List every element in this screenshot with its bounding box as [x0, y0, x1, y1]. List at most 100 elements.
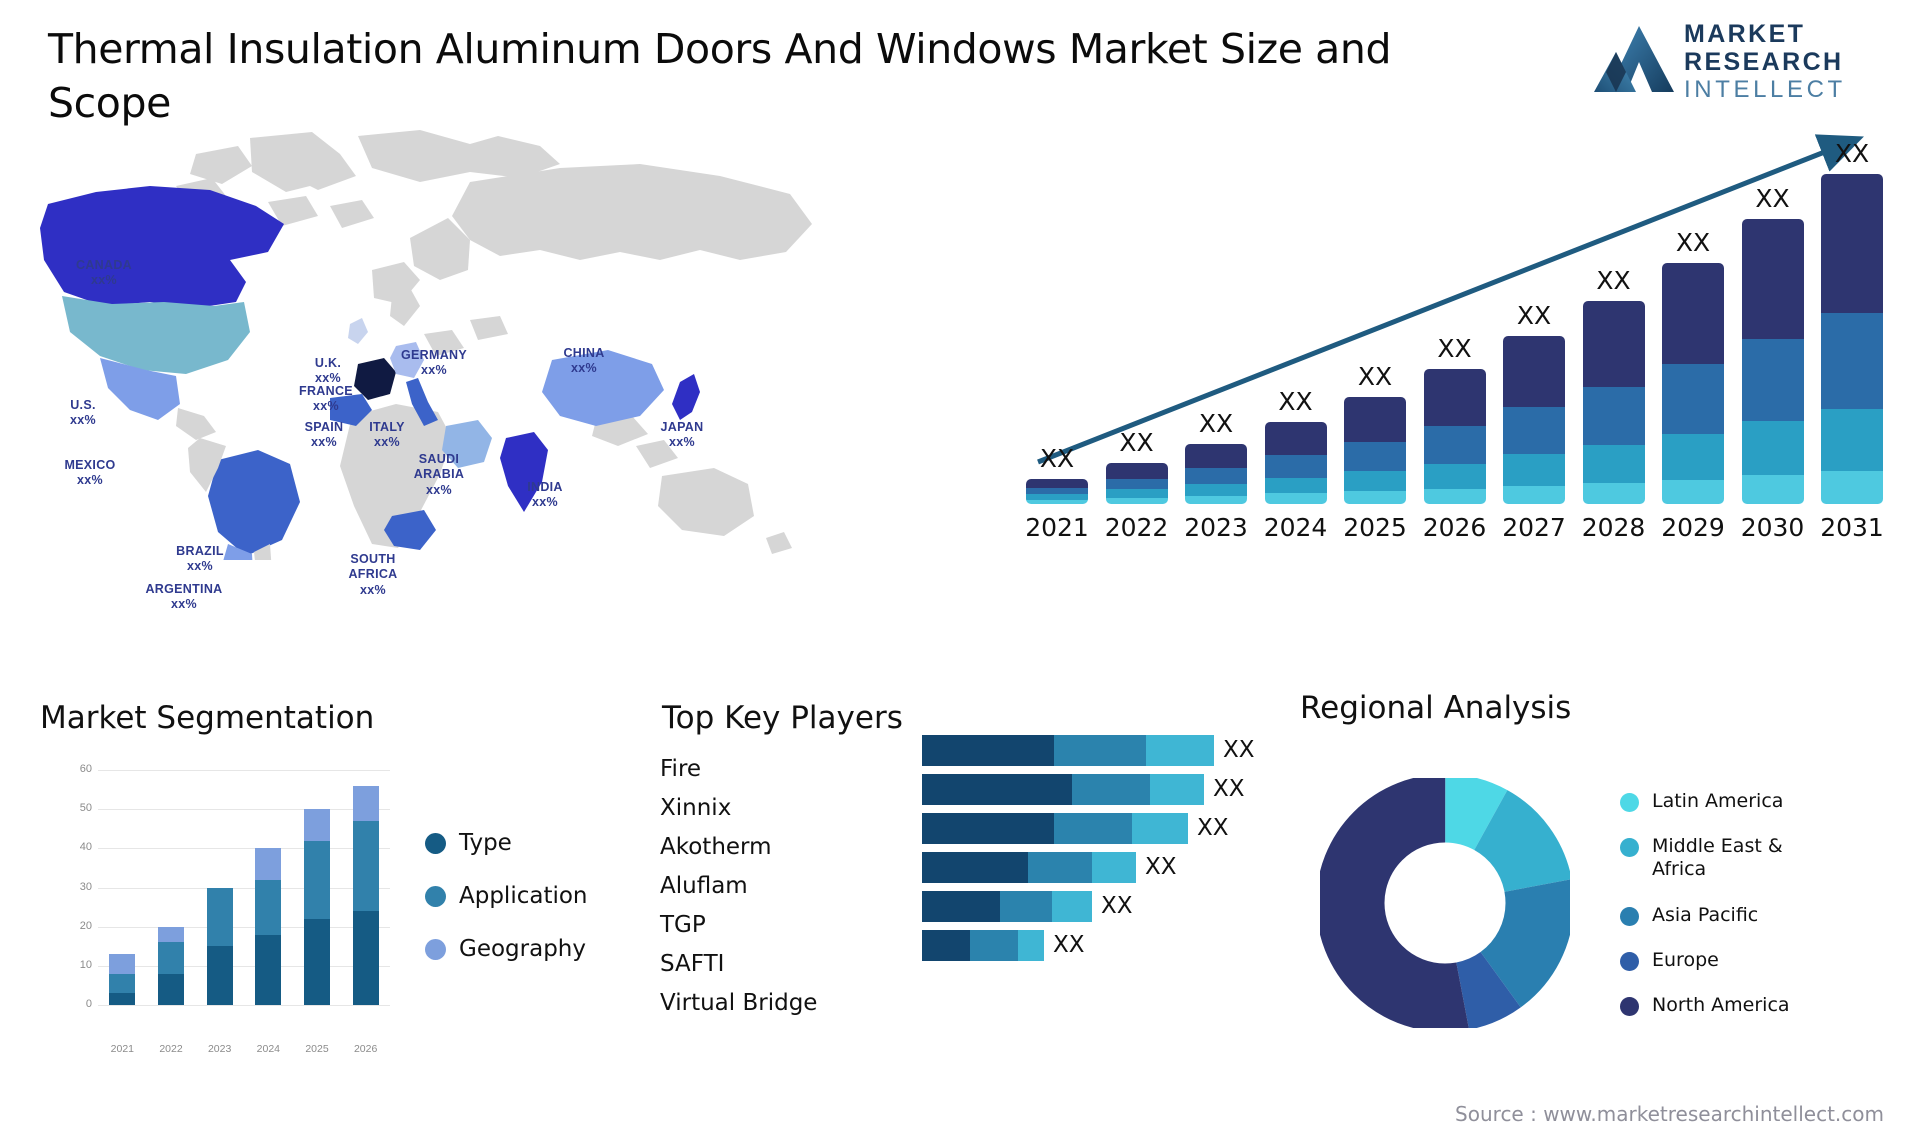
- header: Thermal Insulation Aluminum Doors And Wi…: [0, 0, 1920, 135]
- logo-mountain-icon: [1594, 26, 1674, 92]
- forecast-bar-segment: [1105, 478, 1168, 490]
- forecast-year-label: 2021: [1025, 513, 1089, 542]
- forecast-bar-segment: [1503, 454, 1565, 486]
- forecast-bar-segment: [1264, 493, 1327, 504]
- forecast-year-label: 2023: [1184, 513, 1248, 542]
- forecast-bar: [1662, 262, 1724, 504]
- y-axis-tick: 20: [79, 919, 92, 932]
- logo-line-research: RESEARCH: [1684, 48, 1844, 76]
- player-bar-segment: [922, 930, 970, 961]
- market-segmentation-title: Market Segmentation: [40, 700, 375, 736]
- gridline: [98, 965, 390, 967]
- legend-dot: [1620, 838, 1639, 858]
- forecast-bar-segment: [1105, 462, 1168, 479]
- legend-dot: [425, 832, 446, 854]
- x-axis-tick: 2024: [256, 1043, 280, 1055]
- map-label-argentina: ARGENTINA xx%: [145, 582, 223, 612]
- gridline: [98, 770, 390, 771]
- forecast-bar-segment: [1344, 491, 1406, 504]
- forecast-bar-value: XX: [1755, 184, 1790, 214]
- map-label-germany: GERMANY xx%: [401, 348, 467, 378]
- forecast-bar: [1105, 462, 1168, 504]
- forecast-bar-value: XX: [1357, 362, 1393, 392]
- forecast-bar-segment: [1662, 262, 1724, 365]
- forecast-bar: [1026, 478, 1088, 504]
- forecast-bar-segment: [1026, 478, 1088, 489]
- legend-label: Geography: [459, 936, 586, 962]
- y-axis-tick: 40: [79, 841, 92, 854]
- player-bar-value: XX: [1223, 737, 1255, 763]
- forecast-bar-value: XX: [1119, 427, 1154, 457]
- segmentation-bar-segment: [158, 973, 184, 1005]
- player-row: Virtual Bridge: [640, 986, 1300, 1020]
- legend-item: Asia Pacific: [1620, 904, 1790, 927]
- player-bar-segment: [1018, 930, 1044, 961]
- forecast-bar-segment: [1662, 479, 1724, 504]
- player-bar: [922, 852, 1136, 883]
- map-country-uk: [348, 318, 368, 344]
- legend-dot: [1620, 793, 1639, 812]
- top-key-players-panel: Top Key Players Fire Xinnix Akotherm Alufla…: [640, 700, 1300, 1130]
- forecast-bar-segment: [1821, 174, 1883, 313]
- forecast-year-label: 2028: [1581, 513, 1646, 542]
- forecast-bar-segment: [1821, 312, 1883, 409]
- forecast-year-label: 2031: [1820, 513, 1884, 542]
- forecast-bar-segment: [1582, 386, 1645, 445]
- forecast-bar-segment: [1741, 219, 1804, 339]
- segmentation-bar-segment: [158, 942, 184, 974]
- player-bar-segment: [922, 813, 1054, 844]
- map-label-spain: SPAIN xx%: [304, 420, 344, 450]
- y-axis-tick: 0: [85, 998, 92, 1010]
- forecast-bar-value: XX: [1675, 227, 1711, 257]
- player-bar-segment: [1054, 813, 1132, 844]
- segmentation-bar: [304, 809, 330, 1005]
- player-name: Akotherm: [660, 834, 772, 860]
- forecast-bar-value: XX: [1516, 300, 1552, 330]
- legend-label: Europe: [1652, 948, 1719, 971]
- legend-label: Application: [459, 883, 588, 909]
- forecast-bar: [1821, 174, 1883, 504]
- logo-wordmark: MARKET RESEARCH INTELLECT: [1684, 20, 1894, 104]
- player-bar-segment: [922, 852, 1028, 883]
- segmentation-bar-segment: [304, 840, 330, 919]
- legend-item: Latin America: [1620, 790, 1790, 813]
- segmentation-bar: [352, 785, 379, 1005]
- segmentation-bar-segment: [304, 918, 330, 1005]
- forecast-bar-segment: [1741, 475, 1804, 504]
- forecast-chart: XX 2021 XX 2022 XX 2023 XX 2024 XX 2025 XX 2026 XX 20…: [1010, 120, 1920, 550]
- segmentation-bar-segment: [109, 993, 136, 1005]
- forecast-bar-segment: [1582, 300, 1645, 387]
- forecast-bar-segment: [1264, 421, 1327, 456]
- brand-logo: MARKET RESEARCH INTELLECT: [1592, 16, 1892, 104]
- forecast-bar-value: XX: [1596, 265, 1631, 295]
- forecast-year-label: 2024: [1263, 513, 1328, 542]
- logo-line-market: MARKET: [1684, 20, 1806, 48]
- map-country-canada: [40, 186, 284, 308]
- segmentation-bar-segment: [109, 973, 136, 994]
- player-bar-segment: [922, 735, 1054, 766]
- market-segmentation-panel: Market Segmentation 0 10 20 30 40 50 60 2021 202…: [40, 700, 640, 1130]
- player-bar-segment: [1028, 852, 1092, 883]
- gridline: [98, 809, 390, 811]
- legend-item: Middle East & Africa: [1620, 835, 1790, 881]
- forecast-bar-value: XX: [1198, 408, 1234, 438]
- forecast-bar-segment: [1503, 486, 1565, 504]
- forecast-bar-segment: [1741, 339, 1804, 422]
- regional-analysis-donut: [1320, 778, 1570, 1028]
- map-label-japan: JAPAN xx%: [660, 420, 704, 450]
- player-bar: [922, 774, 1204, 805]
- map-label-canada: CANADA xx%: [76, 258, 132, 288]
- world-map-panel: CANADA xx% U.S. xx% MEXICO xx% BRAZIL xx…: [0, 120, 840, 611]
- legend-item: Type: [425, 830, 588, 856]
- player-name: TGP: [660, 912, 706, 938]
- regional-analysis-title: Regional Analysis: [1300, 690, 1572, 726]
- map-label-saudi-arabia: SAUDI ARABIA xx%: [413, 452, 465, 497]
- regional-analysis-panel: Regional Analysis Latin America Middle Ea…: [1300, 690, 1920, 1130]
- regional-analysis-legend: Latin America Middle East & Africa Asia Pa…: [1620, 790, 1790, 1039]
- player-name: Virtual Bridge: [660, 990, 818, 1016]
- player-bar: [922, 813, 1188, 844]
- forecast-bar: [1423, 368, 1486, 504]
- forecast-bar-segment: [1423, 368, 1486, 426]
- forecast-bar-segment: [1344, 441, 1406, 472]
- forecast-bar: [1264, 421, 1327, 505]
